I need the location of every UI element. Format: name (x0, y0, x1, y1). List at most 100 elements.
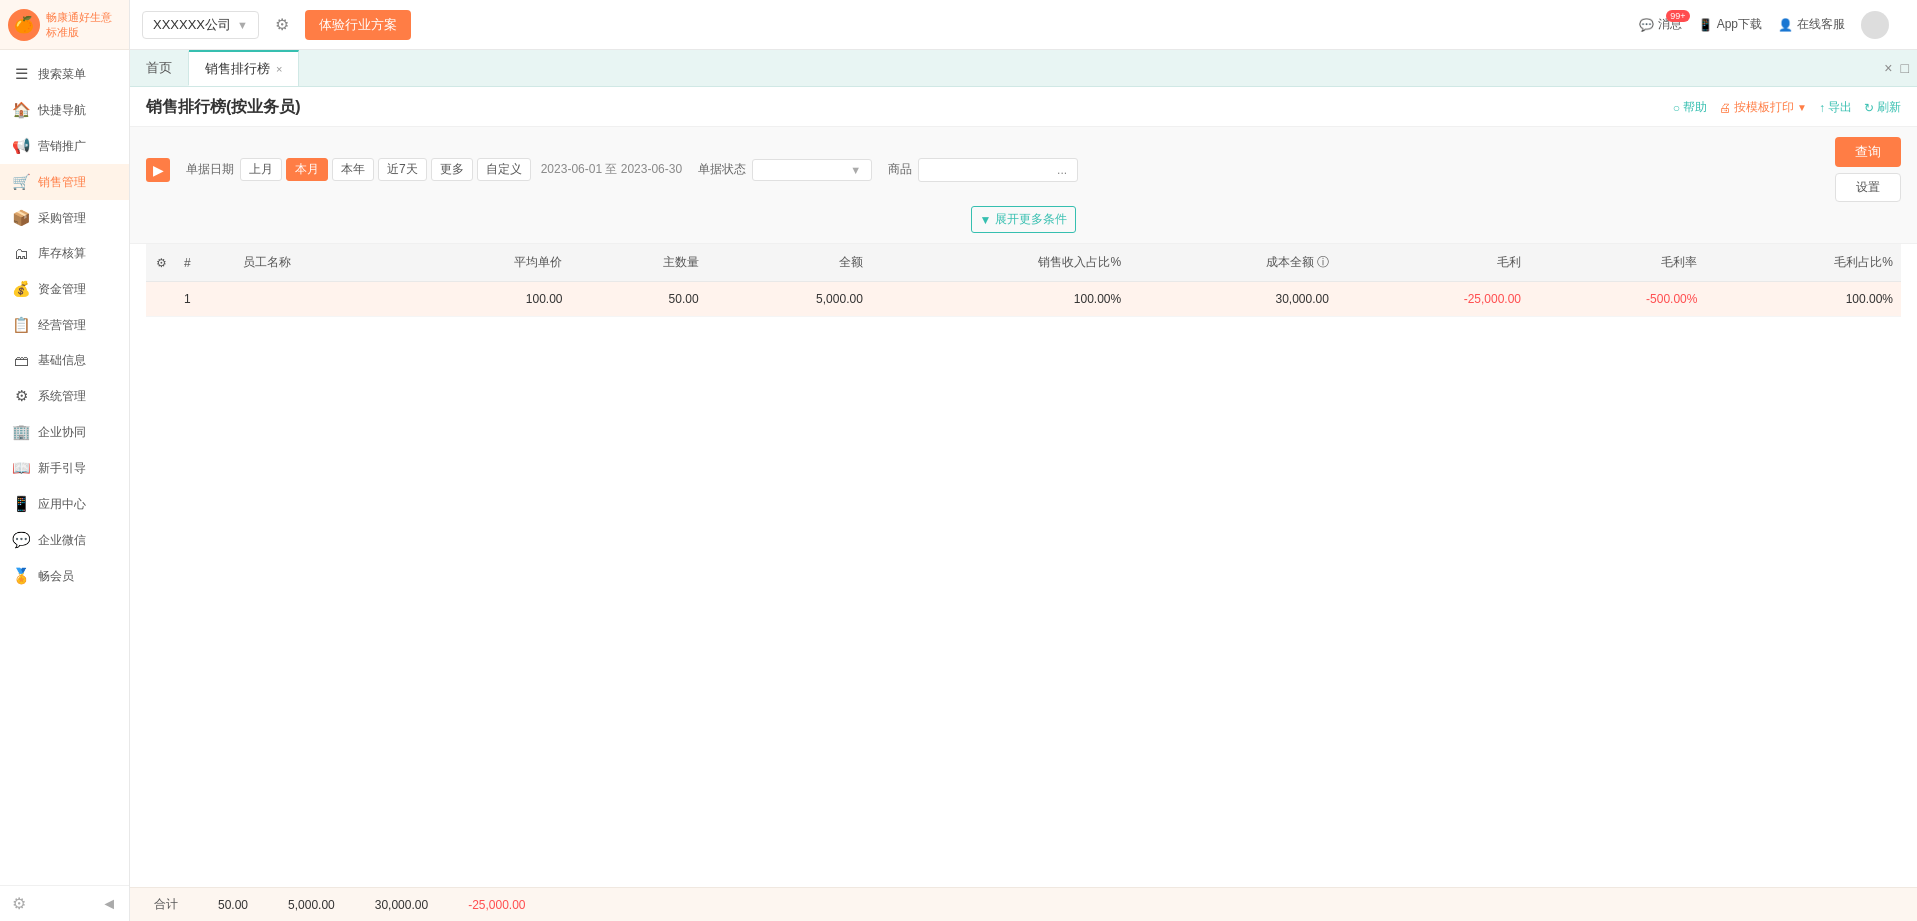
collapse-sidebar-button[interactable]: ◄ (101, 895, 117, 913)
settings-small-button[interactable]: 设置 (1835, 173, 1901, 202)
filter-bar: ▶ 单据日期 上月 本月 本年 近7天 更多 自定义 2023-06-01 至 … (130, 127, 1917, 244)
sidebar-item-inventory[interactable]: 🗂 库存核算 (0, 236, 129, 271)
cell-gross: -25,000.00 (1337, 282, 1529, 317)
sidebar-item-quick-nav[interactable]: 🏠 快捷导航 (0, 92, 129, 128)
col-sales-pct: 销售收入占比% (871, 244, 1129, 282)
sidebar-item-system[interactable]: ⚙ 系统管理 (0, 378, 129, 414)
tab-maximize-button[interactable]: □ (1901, 60, 1909, 76)
sidebar-item-enterprise[interactable]: 🏢 企业协同 (0, 414, 129, 450)
goods-more-button[interactable]: ... (1057, 163, 1067, 177)
print-button[interactable]: 🖨 按模板打印 ▼ (1719, 99, 1807, 116)
status-filter: 单据状态 ▼ (698, 159, 872, 181)
col-avg-price: 平均单价 (403, 244, 571, 282)
app-download-label: App下载 (1717, 16, 1762, 33)
data-table: ⚙ # 员工名称 平均单价 主数量 全额 销售收入占比% 成本全额 ⓘ 毛利 毛… (146, 244, 1901, 317)
date-last7-button[interactable]: 近7天 (378, 158, 427, 181)
table-header: ⚙ # 员工名称 平均单价 主数量 全额 销售收入占比% 成本全额 ⓘ 毛利 毛… (146, 244, 1901, 282)
inventory-icon: 🗂 (12, 245, 30, 262)
message-button[interactable]: 💬 消息 99+ (1639, 16, 1682, 33)
refresh-button[interactable]: ↻ 刷新 (1864, 99, 1901, 116)
sidebar-nav: ☰ 搜索菜单 🏠 快捷导航 📢 营销推广 🛒 销售管理 📦 采购管理 🗂 库存核… (0, 50, 129, 885)
help-button[interactable]: ○ 帮助 (1673, 99, 1707, 116)
date-custom-button[interactable]: 自定义 (477, 158, 531, 181)
sidebar-item-label: 基础信息 (38, 352, 86, 369)
app-center-icon: 📱 (12, 495, 30, 513)
experience-button[interactable]: 体验行业方案 (305, 10, 411, 40)
date-this-year-button[interactable]: 本年 (332, 158, 374, 181)
sidebar-item-basic-info[interactable]: 🗃 基础信息 (0, 343, 129, 378)
date-buttons: 上月 本月 本年 近7天 更多 自定义 (240, 158, 531, 181)
sidebar-item-label: 企业协同 (38, 424, 86, 441)
col-settings[interactable]: ⚙ (146, 244, 176, 282)
online-service-icon: 👤 (1778, 18, 1793, 32)
date-more-button[interactable]: 更多 (431, 158, 473, 181)
tab-home[interactable]: 首页 (130, 51, 189, 85)
app-download-button[interactable]: 📱 App下载 (1698, 16, 1762, 33)
sidebar-item-wechat[interactable]: 💬 企业微信 (0, 522, 129, 558)
logo-text: 畅康通好生意 标准版 (46, 10, 112, 39)
col-cost: 成本全额 ⓘ (1129, 244, 1337, 282)
date-prev-month-button[interactable]: 上月 (240, 158, 282, 181)
tab-sales-ranking[interactable]: 销售排行榜 × (189, 50, 299, 86)
filter-actions: 查询 设置 (1835, 137, 1901, 202)
sidebar-item-sales[interactable]: 🛒 销售管理 (0, 164, 129, 200)
sidebar-item-finance[interactable]: 💰 资金管理 (0, 271, 129, 307)
guide-icon: 📖 (12, 459, 30, 477)
footer-gross: -25,000.00 (468, 898, 525, 912)
sidebar-item-label: 系统管理 (38, 388, 86, 405)
sidebar-item-label: 搜索菜单 (38, 66, 86, 83)
tab-minimize-button[interactable]: × (1884, 60, 1892, 76)
refresh-icon: ↻ (1864, 101, 1874, 115)
page-title: 销售排行榜(按业务员) (146, 97, 301, 118)
tab-close-button[interactable]: × (276, 63, 282, 75)
date-filter: 单据日期 上月 本月 本年 近7天 更多 自定义 2023-06-01 至 20… (186, 158, 682, 181)
sidebar-item-operations[interactable]: 📋 经营管理 (0, 307, 129, 343)
basic-info-icon: 🗃 (12, 352, 30, 369)
sidebar-item-guide[interactable]: 📖 新手引导 (0, 450, 129, 486)
member-icon: 🏅 (12, 567, 30, 585)
date-range-text: 2023-06-01 至 2023-06-30 (541, 161, 682, 178)
enterprise-icon: 🏢 (12, 423, 30, 441)
page-header: 销售排行榜(按业务员) ○ 帮助 🖨 按模板打印 ▼ ↑ 导出 ↻ 刷新 (130, 87, 1917, 127)
date-this-month-button[interactable]: 本月 (286, 158, 328, 181)
sidebar-item-label: 快捷导航 (38, 102, 86, 119)
message-badge: 99+ (1666, 10, 1689, 22)
sidebar-item-purchase[interactable]: 📦 采购管理 (0, 200, 129, 236)
sidebar-item-app-center[interactable]: 📱 应用中心 (0, 486, 129, 522)
settings-bottom-icon[interactable]: ⚙ (12, 894, 26, 913)
status-filter-label: 单据状态 (698, 161, 746, 178)
online-service-button[interactable]: 👤 在线客服 (1778, 16, 1845, 33)
sidebar-item-member[interactable]: 🏅 畅会员 (0, 558, 129, 594)
cell-amount: 5,000.00 (707, 282, 871, 317)
fast-nav-arrow-container: ▶ (146, 158, 170, 182)
sidebar-item-marketing[interactable]: 📢 营销推广 (0, 128, 129, 164)
cell-employee (235, 282, 403, 317)
sidebar-item-label: 畅会员 (38, 568, 74, 585)
cell-main-qty: 50.00 (570, 282, 706, 317)
logo-area: 🍊 畅康通好生意 标准版 (0, 0, 129, 50)
date-filter-label: 单据日期 (186, 161, 234, 178)
company-selector[interactable]: XXXXXX公司 ▼ (142, 11, 259, 39)
col-gross-pct: 毛利占比% (1705, 244, 1901, 282)
top-header: XXXXXX公司 ▼ ⚙ 体验行业方案 💬 消息 99+ 📱 App下载 👤 在… (130, 0, 1917, 50)
sidebar-item-search[interactable]: ☰ 搜索菜单 (0, 56, 129, 92)
cell-avg-price: 100.00 (403, 282, 571, 317)
company-dropdown-icon: ▼ (237, 19, 248, 31)
status-dropdown-icon: ▼ (850, 164, 861, 176)
operations-icon: 📋 (12, 316, 30, 334)
query-button[interactable]: 查询 (1835, 137, 1901, 167)
goods-filter-label: 商品 (888, 161, 912, 178)
sidebar-item-label: 营销推广 (38, 138, 86, 155)
user-avatar[interactable] (1861, 11, 1889, 39)
page-content: 销售排行榜(按业务员) ○ 帮助 🖨 按模板打印 ▼ ↑ 导出 ↻ 刷新 (130, 87, 1917, 921)
sidebar-item-label: 新手引导 (38, 460, 86, 477)
status-select[interactable]: ▼ (752, 159, 872, 181)
goods-input[interactable]: ... (918, 158, 1078, 182)
export-icon: ↑ (1819, 101, 1825, 115)
sidebar-item-label: 资金管理 (38, 281, 86, 298)
expand-more-conditions-button[interactable]: ▼ 展开更多条件 (971, 206, 1077, 233)
header-settings-button[interactable]: ⚙ (267, 10, 297, 40)
col-gross: 毛利 (1337, 244, 1529, 282)
export-button[interactable]: ↑ 导出 (1819, 99, 1852, 116)
fast-nav-arrow-button[interactable]: ▶ (146, 158, 170, 182)
